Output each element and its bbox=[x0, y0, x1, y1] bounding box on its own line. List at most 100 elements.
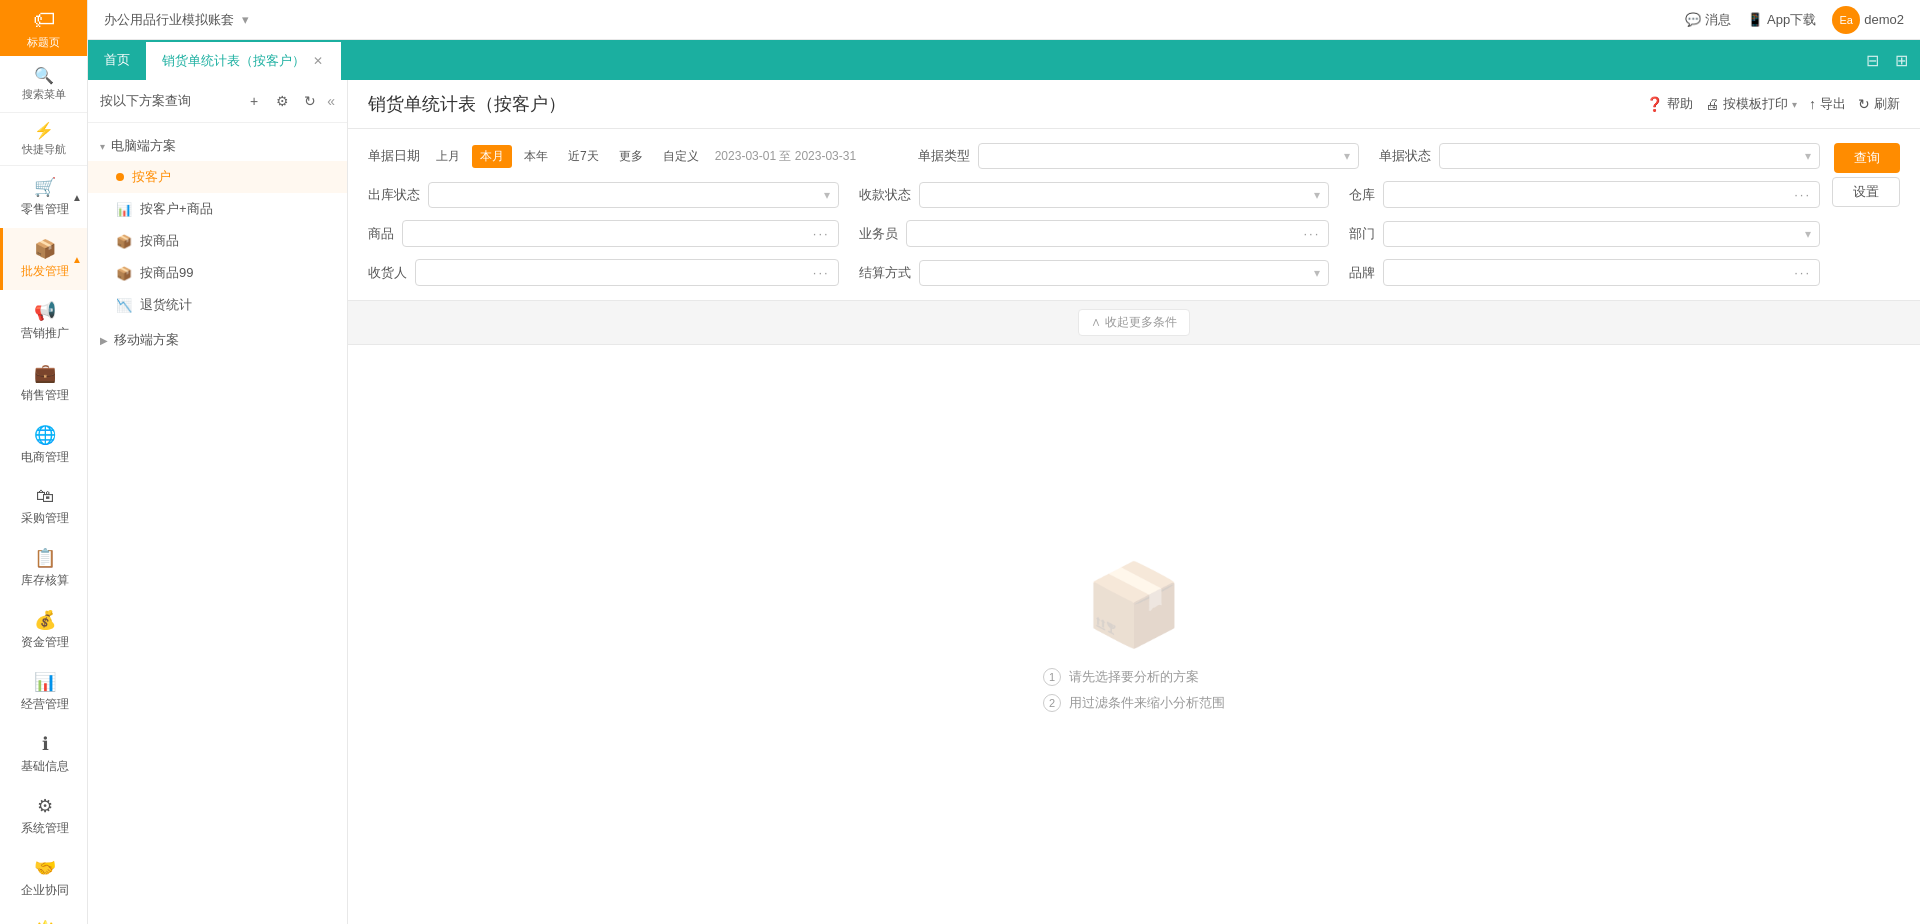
basic-label: 基础信息 bbox=[21, 758, 69, 775]
sidebar-item-sales[interactable]: 💼 销售管理 bbox=[0, 352, 87, 414]
sidebar-item-enterprise[interactable]: 🤝 企业协同 bbox=[0, 847, 87, 909]
avatar-text: Ea bbox=[1840, 14, 1853, 26]
tree-group-mobile: ▶ 移动端方案 bbox=[88, 325, 347, 355]
by-customer-product-label: 按客户+商品 bbox=[140, 200, 213, 218]
tab-expand-icon[interactable]: ⊞ bbox=[1891, 47, 1912, 74]
sidebar-item-newguide[interactable]: 🌟 新手引导 bbox=[0, 909, 87, 924]
tab-sales-stat[interactable]: 销货单统计表（按客户） ✕ bbox=[146, 40, 341, 80]
collapse-more-btn[interactable]: ∧ 收起更多条件 bbox=[1078, 309, 1189, 336]
tree-group-desktop-header[interactable]: ▾ 电脑端方案 bbox=[88, 131, 347, 161]
help-label: 帮助 bbox=[1667, 95, 1693, 113]
enterprise-icon: 🤝 bbox=[34, 857, 56, 879]
filter-fields: 单据日期 上月 本月 本年 近7天 更多 自定义 bbox=[368, 143, 1820, 286]
date-tab-last7[interactable]: 近7天 bbox=[560, 145, 607, 168]
refresh-scheme-btn[interactable]: ↻ bbox=[299, 90, 321, 112]
tab-minimize-icon[interactable]: ⊟ bbox=[1862, 47, 1883, 74]
tree-group-desktop: ▾ 电脑端方案 按客户 📊 按客户+商品 📦 按商品 bbox=[88, 131, 347, 321]
sidebar-item-inventory[interactable]: 📋 库存核算 bbox=[0, 537, 87, 599]
payment-method-control[interactable]: ▾ bbox=[919, 260, 1330, 286]
sidebar-item-wholesale[interactable]: 📦 批发管理 ▲ bbox=[0, 228, 87, 290]
sidebar-item-ecommerce[interactable]: 🌐 电商管理 bbox=[0, 414, 87, 476]
doc-status-label: 单据状态 bbox=[1379, 147, 1431, 165]
header-dropdown-arrow[interactable]: ▾ bbox=[242, 12, 249, 27]
desktop-group-label: 电脑端方案 bbox=[111, 137, 176, 155]
receiver-dots: ··· bbox=[813, 265, 830, 280]
sidebar-item-marketing[interactable]: 📢 营销推广 bbox=[0, 290, 87, 352]
operation-label: 经营管理 bbox=[21, 696, 69, 713]
department-label: 部门 bbox=[1349, 225, 1375, 243]
tree-group-mobile-header[interactable]: ▶ 移动端方案 bbox=[88, 325, 347, 355]
desktop-group-arrow: ▾ bbox=[100, 141, 105, 152]
filter-doc-status: 单据状态 ▾ bbox=[1379, 143, 1820, 169]
out-status-control[interactable]: ▾ bbox=[428, 182, 839, 208]
settings-icon: ⚙ bbox=[276, 93, 289, 109]
sidebar-item-system[interactable]: ⚙ 系统管理 bbox=[0, 785, 87, 847]
doc-status-control[interactable]: ▾ bbox=[1439, 143, 1820, 169]
brand-dots: ··· bbox=[1794, 265, 1811, 280]
left-panel: 按以下方案查询 + ⚙ ↻ « ▾ bbox=[88, 80, 348, 924]
sidebar-item-finance[interactable]: 💰 资金管理 bbox=[0, 599, 87, 661]
tree-item-by-product-99[interactable]: 📦 按商品99 bbox=[88, 257, 347, 289]
message-btn[interactable]: 💬 消息 bbox=[1685, 11, 1731, 29]
ecommerce-icon: 🌐 bbox=[34, 424, 56, 446]
sidebar-quicknav[interactable]: ⚡ 快捷导航 bbox=[0, 113, 87, 166]
settings-button[interactable]: 设置 bbox=[1832, 177, 1900, 207]
empty-illustration: 📦 bbox=[1084, 558, 1184, 652]
refresh-btn[interactable]: ↻ 刷新 bbox=[1858, 95, 1900, 113]
scheme-settings-btn[interactable]: ⚙ bbox=[271, 90, 293, 112]
receiver-control[interactable]: ··· bbox=[415, 259, 839, 286]
print-icon: 🖨 bbox=[1705, 96, 1719, 112]
help-btn[interactable]: ❓ 帮助 bbox=[1646, 95, 1693, 113]
tab-bar: 首页 销货单统计表（按客户） ✕ ⊟ ⊞ bbox=[88, 40, 1920, 80]
template-print-label: 按模板打印 bbox=[1723, 95, 1788, 113]
department-control[interactable]: ▾ bbox=[1383, 221, 1820, 247]
brand-control[interactable]: ··· bbox=[1383, 259, 1820, 286]
tree-item-by-product[interactable]: 📦 按商品 bbox=[88, 225, 347, 257]
date-tab-more[interactable]: 更多 bbox=[611, 145, 651, 168]
department-arrow: ▾ bbox=[1805, 227, 1811, 241]
tree-item-return-stats[interactable]: 📉 退货统计 bbox=[88, 289, 347, 321]
brand-label: 品牌 bbox=[1349, 264, 1375, 282]
doc-type-label: 单据类型 bbox=[918, 147, 970, 165]
marketing-icon: 📢 bbox=[34, 300, 56, 322]
date-tab-last-month[interactable]: 上月 bbox=[428, 145, 468, 168]
salesperson-control[interactable]: ··· bbox=[906, 220, 1330, 247]
warehouse-control[interactable]: ··· bbox=[1383, 181, 1820, 208]
inventory-label: 库存核算 bbox=[21, 572, 69, 589]
system-label: 系统管理 bbox=[21, 820, 69, 837]
date-tab-this-month[interactable]: 本月 bbox=[472, 145, 512, 168]
user-profile-btn[interactable]: Ea demo2 bbox=[1832, 6, 1904, 34]
tab-sales-stat-label: 销货单统计表（按客户） bbox=[162, 52, 305, 70]
date-tab-custom[interactable]: 自定义 bbox=[655, 145, 707, 168]
add-scheme-btn[interactable]: + bbox=[243, 90, 265, 112]
template-print-btn[interactable]: 🖨 按模板打印 ▾ bbox=[1705, 95, 1797, 113]
sidebar-item-retail[interactable]: 🛒 零售管理 ▲ bbox=[0, 166, 87, 228]
purchase-icon: 🛍 bbox=[36, 486, 54, 507]
app-download-btn[interactable]: 📱 App下载 bbox=[1747, 11, 1816, 29]
date-tab-this-year[interactable]: 本年 bbox=[516, 145, 556, 168]
by-product-99-label: 按商品99 bbox=[140, 264, 193, 282]
sidebar-item-purchase[interactable]: 🛍 采购管理 bbox=[0, 476, 87, 537]
sidebar-search[interactable]: 🔍 搜索菜单 bbox=[0, 56, 87, 113]
sidebar-item-operation[interactable]: 📊 经营管理 bbox=[0, 661, 87, 723]
marketing-label: 营销推广 bbox=[21, 325, 69, 342]
tab-home[interactable]: 首页 bbox=[88, 40, 146, 80]
finance-icon: 💰 bbox=[34, 609, 56, 631]
filter-product: 商品 ··· bbox=[368, 220, 839, 247]
product-control[interactable]: ··· bbox=[402, 220, 839, 247]
print-dropdown-arrow[interactable]: ▾ bbox=[1792, 99, 1797, 110]
receiver-label: 收货人 bbox=[368, 264, 407, 282]
tab-close-icon[interactable]: ✕ bbox=[311, 52, 325, 70]
tree-item-by-customer-product[interactable]: 📊 按客户+商品 bbox=[88, 193, 347, 225]
filter-payment-method: 结算方式 ▾ bbox=[859, 260, 1330, 286]
sales-label: 销售管理 bbox=[21, 387, 69, 404]
sidebar-item-basic[interactable]: ℹ 基础信息 bbox=[0, 723, 87, 785]
doc-type-control[interactable]: ▾ bbox=[978, 143, 1359, 169]
query-button[interactable]: 查询 bbox=[1834, 143, 1900, 173]
tree-item-by-customer[interactable]: 按客户 bbox=[88, 161, 347, 193]
empty-hint-2: 2 用过滤条件来缩小分析范围 bbox=[1043, 694, 1225, 712]
collapse-panel-btn[interactable]: « bbox=[327, 93, 335, 109]
export-btn[interactable]: ↑ 导出 bbox=[1809, 95, 1846, 113]
out-status-arrow: ▾ bbox=[824, 188, 830, 202]
receipt-status-control[interactable]: ▾ bbox=[919, 182, 1330, 208]
